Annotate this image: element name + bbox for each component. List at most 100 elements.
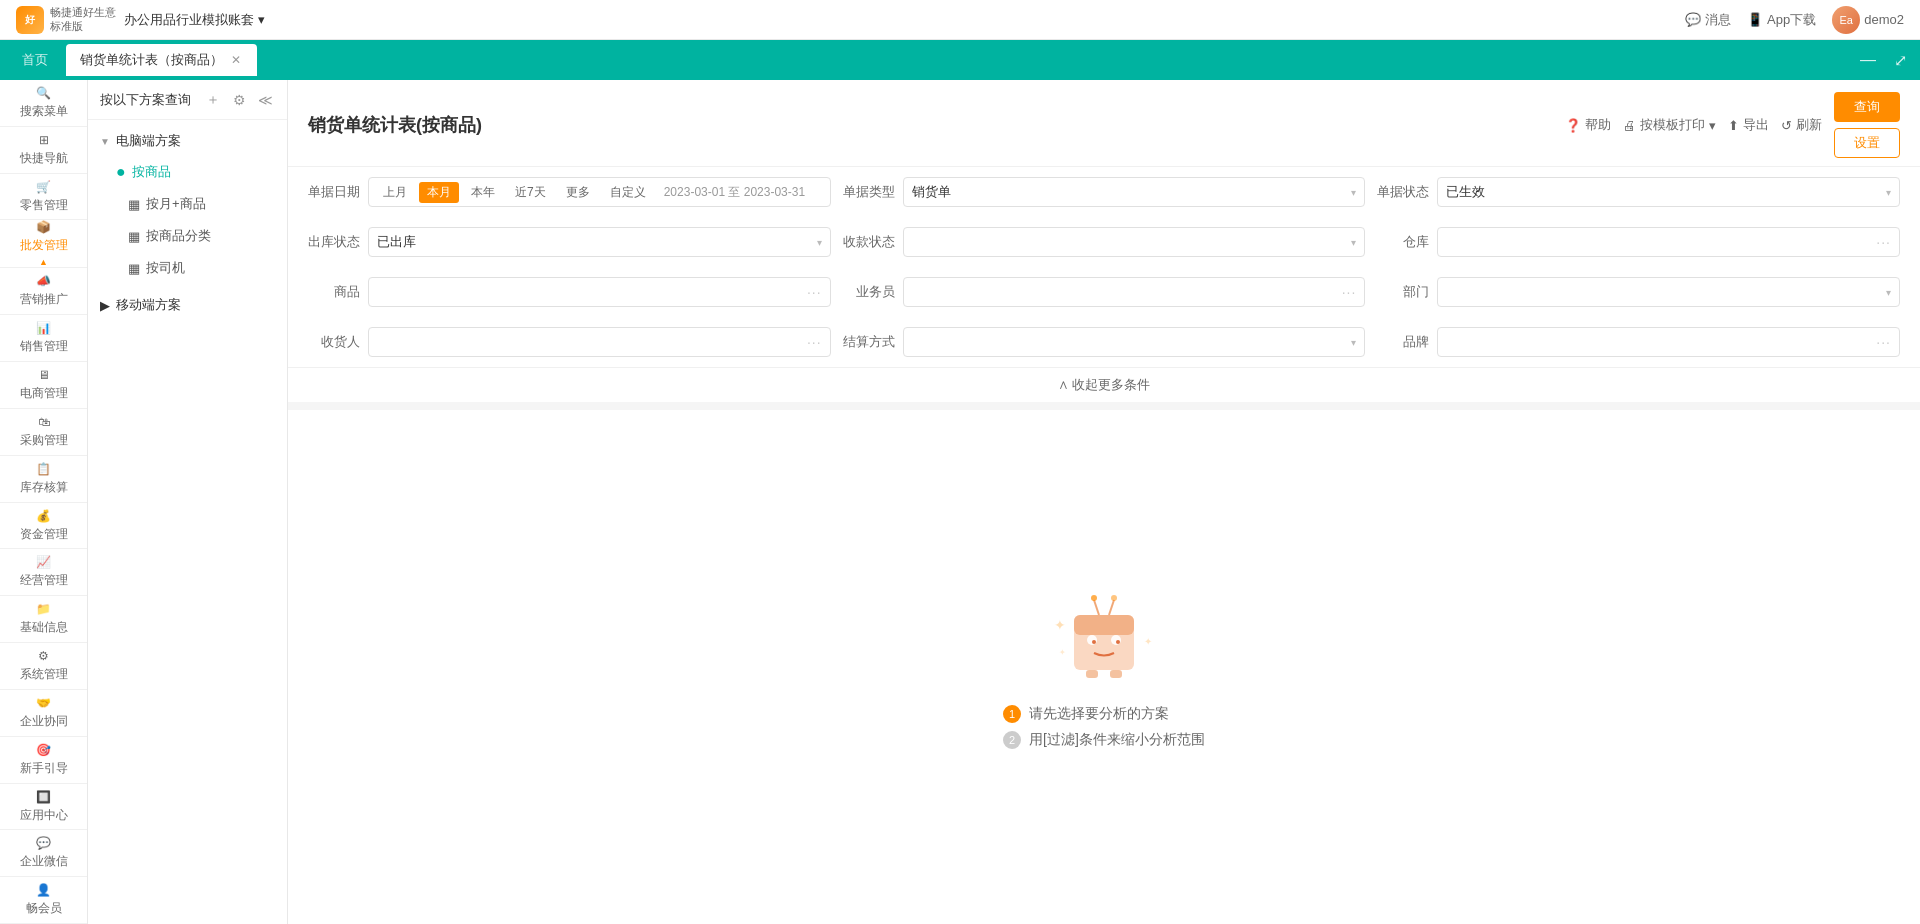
print-icon: 🖨 bbox=[1623, 118, 1636, 133]
collapse-filters-button[interactable]: ∧ 收起更多条件 bbox=[288, 367, 1920, 402]
sidebar-item-wechat[interactable]: 💬 企业微信 bbox=[0, 830, 87, 877]
top-header: 好 畅捷通好生意 标准版 办公用品行业模拟账套 ▾ 💬 消息 📱 App下载 E… bbox=[0, 0, 1920, 40]
sidebar-item-purchase[interactable]: 🛍 采购管理 bbox=[0, 409, 87, 456]
filter-product: 商品 ··· bbox=[308, 277, 831, 307]
salesperson-select[interactable]: ··· bbox=[903, 277, 1366, 307]
svg-point-4 bbox=[1092, 640, 1096, 644]
sidebar-item-operations[interactable]: 📈 经营管理 bbox=[0, 549, 87, 596]
left-panel-header-actions: ＋ ⚙ ≪ bbox=[203, 90, 275, 110]
empty-tip-2: 2 用[过滤]条件来缩小分析范围 bbox=[1003, 731, 1205, 749]
desktop-group-toggle[interactable]: ▼ 电脑端方案 bbox=[88, 126, 287, 156]
tab-maximize-icon[interactable]: ⤢ bbox=[1888, 48, 1912, 72]
settlement-select[interactable]: ▾ bbox=[903, 327, 1366, 357]
template-print-button[interactable]: 🖨 按模板打印 ▾ bbox=[1623, 116, 1716, 134]
sidebar-item-ecommerce[interactable]: 🖥 电商管理 bbox=[0, 362, 87, 409]
sidebar-item-wholesale[interactable]: 📦 批发管理 ▲ bbox=[0, 220, 87, 268]
sidebar-item-finance[interactable]: 💰 资金管理 bbox=[0, 503, 87, 550]
filter-row-2: 出库状态 已出库 ▾ 收款状态 ▾ 仓库 bbox=[288, 217, 1920, 267]
app-download-button[interactable]: 📱 App下载 bbox=[1747, 11, 1816, 29]
sidebar-item-enterprise[interactable]: 🤝 企业协同 bbox=[0, 690, 87, 737]
scheme-item-by-month-product[interactable]: ▦ 按月+商品 bbox=[88, 188, 287, 220]
type-caret-icon: ▾ bbox=[1351, 187, 1356, 198]
payment-status-caret: ▾ bbox=[1351, 237, 1356, 248]
sidebar-item-app-center[interactable]: 🔲 应用中心 bbox=[0, 784, 87, 831]
brand-select[interactable]: ··· bbox=[1437, 327, 1900, 357]
date-btn-more[interactable]: 更多 bbox=[558, 182, 598, 203]
tab-home[interactable]: 首页 bbox=[8, 44, 62, 76]
arrow-up-icon: ▲ bbox=[39, 257, 48, 267]
export-button[interactable]: ⬆ 导出 bbox=[1728, 116, 1769, 134]
add-scheme-button[interactable]: ＋ bbox=[203, 90, 223, 110]
user-avatar[interactable]: Ea demo2 bbox=[1832, 6, 1904, 34]
collapse-icon: ∧ 收起更多条件 bbox=[1058, 377, 1151, 392]
date-btn-7days[interactable]: 近7天 bbox=[507, 182, 554, 203]
scheme-item-by-cashier[interactable]: ▦ 按司机 bbox=[88, 252, 287, 284]
svg-rect-1 bbox=[1074, 615, 1134, 635]
basic-icon: 📁 bbox=[36, 602, 51, 616]
department-select[interactable]: ▾ bbox=[1437, 277, 1900, 307]
tab-bar-actions: — ⤢ bbox=[1856, 48, 1912, 72]
product-label: 商品 bbox=[308, 283, 360, 301]
payment-status-select[interactable]: ▾ bbox=[903, 227, 1366, 257]
collapse-panel-button[interactable]: ≪ bbox=[255, 90, 275, 110]
print-chevron-icon: ▾ bbox=[1709, 118, 1716, 133]
scheme-item-by-product[interactable]: ● 按商品 bbox=[88, 156, 287, 188]
sidebar-item-retail[interactable]: 🛒 零售管理 bbox=[0, 174, 87, 221]
date-btn-custom[interactable]: 自定义 bbox=[602, 182, 654, 203]
marketing-icon: 📣 bbox=[36, 274, 51, 288]
status-caret-icon: ▾ bbox=[1886, 187, 1891, 198]
refresh-icon: ↺ bbox=[1781, 118, 1792, 133]
query-button[interactable]: 查询 bbox=[1834, 92, 1900, 122]
left-panel-header: 按以下方案查询 ＋ ⚙ ≪ bbox=[88, 80, 287, 120]
status-select[interactable]: 已生效 ▾ bbox=[1437, 177, 1900, 207]
mobile-group-toggle[interactable]: ▶ 移动端方案 bbox=[88, 290, 287, 320]
svg-line-8 bbox=[1109, 600, 1114, 615]
scheme-item-by-category[interactable]: ▦ 按商品分类 bbox=[88, 220, 287, 252]
warehouse-status-select[interactable]: 已出库 ▾ bbox=[368, 227, 831, 257]
avatar: Ea bbox=[1832, 6, 1860, 34]
help-button[interactable]: ❓ 帮助 bbox=[1565, 116, 1611, 134]
settlement-label: 结算方式 bbox=[843, 333, 895, 351]
sales-icon: 📊 bbox=[36, 321, 51, 335]
table-icon-1: ▦ bbox=[128, 197, 140, 212]
table-icon-3: ▦ bbox=[128, 261, 140, 276]
sidebar-search[interactable]: 🔍 搜索菜单 bbox=[0, 80, 87, 127]
sidebar-item-marketing[interactable]: 📣 营销推广 bbox=[0, 268, 87, 315]
workspace-selector[interactable]: 办公用品行业模拟账套 ▾ bbox=[124, 11, 265, 29]
filter-department: 部门 ▾ bbox=[1377, 277, 1900, 307]
refresh-button[interactable]: ↺ 刷新 bbox=[1781, 116, 1822, 134]
settings-scheme-button[interactable]: ⚙ bbox=[229, 90, 249, 110]
sidebar-item-basic[interactable]: 📁 基础信息 bbox=[0, 596, 87, 643]
right-panel: 销货单统计表(按商品) ❓ 帮助 🖨 按模板打印 ▾ ⬆ 导出 bbox=[288, 80, 1920, 924]
tip-dot-2: 2 bbox=[1003, 731, 1021, 749]
settings-button[interactable]: 设置 bbox=[1834, 128, 1900, 158]
date-btn-last-month[interactable]: 上月 bbox=[375, 182, 415, 203]
receiver-select[interactable]: ··· bbox=[368, 327, 831, 357]
payment-status-label: 收款状态 bbox=[843, 233, 895, 251]
tab-close-icon[interactable]: ✕ bbox=[229, 53, 243, 67]
date-btn-this-year[interactable]: 本年 bbox=[463, 182, 503, 203]
type-select[interactable]: 销货单 ▾ bbox=[903, 177, 1366, 207]
filter-date: 单据日期 上月 本月 本年 近7天 更多 自定义 2023-03-01 至 20… bbox=[308, 177, 831, 207]
sidebar-quick-nav[interactable]: ⊞ 快捷导航 bbox=[0, 127, 87, 174]
tab-sales-stat[interactable]: 销货单统计表（按商品） ✕ bbox=[66, 44, 257, 76]
brand-label: 品牌 bbox=[1377, 333, 1429, 351]
sidebar-item-guide[interactable]: 🎯 新手引导 bbox=[0, 737, 87, 784]
receiver-dots-icon: ··· bbox=[807, 334, 822, 350]
tip-dot-1: 1 bbox=[1003, 705, 1021, 723]
sidebar-item-sales[interactable]: 📊 销售管理 bbox=[0, 315, 87, 362]
warehouse-dots-icon: ··· bbox=[1876, 234, 1891, 250]
help-icon: ❓ bbox=[1565, 118, 1581, 133]
product-select[interactable]: ··· bbox=[368, 277, 831, 307]
page-title: 销货单统计表(按商品) bbox=[308, 113, 482, 137]
sidebar-item-inventory[interactable]: 📋 库存核算 bbox=[0, 456, 87, 503]
svg-text:✦: ✦ bbox=[1059, 648, 1066, 657]
date-btn-this-month[interactable]: 本月 bbox=[419, 182, 459, 203]
member-icon: 👤 bbox=[36, 883, 51, 897]
sidebar-item-system[interactable]: ⚙ 系统管理 bbox=[0, 643, 87, 690]
warehouse-select[interactable]: ··· bbox=[1437, 227, 1900, 257]
header-right: 💬 消息 📱 App下载 Ea demo2 bbox=[1685, 6, 1904, 34]
sidebar-item-member[interactable]: 👤 畅会员 bbox=[0, 877, 87, 924]
tab-minimize-icon[interactable]: — bbox=[1856, 48, 1880, 72]
message-button[interactable]: 💬 消息 bbox=[1685, 11, 1731, 29]
